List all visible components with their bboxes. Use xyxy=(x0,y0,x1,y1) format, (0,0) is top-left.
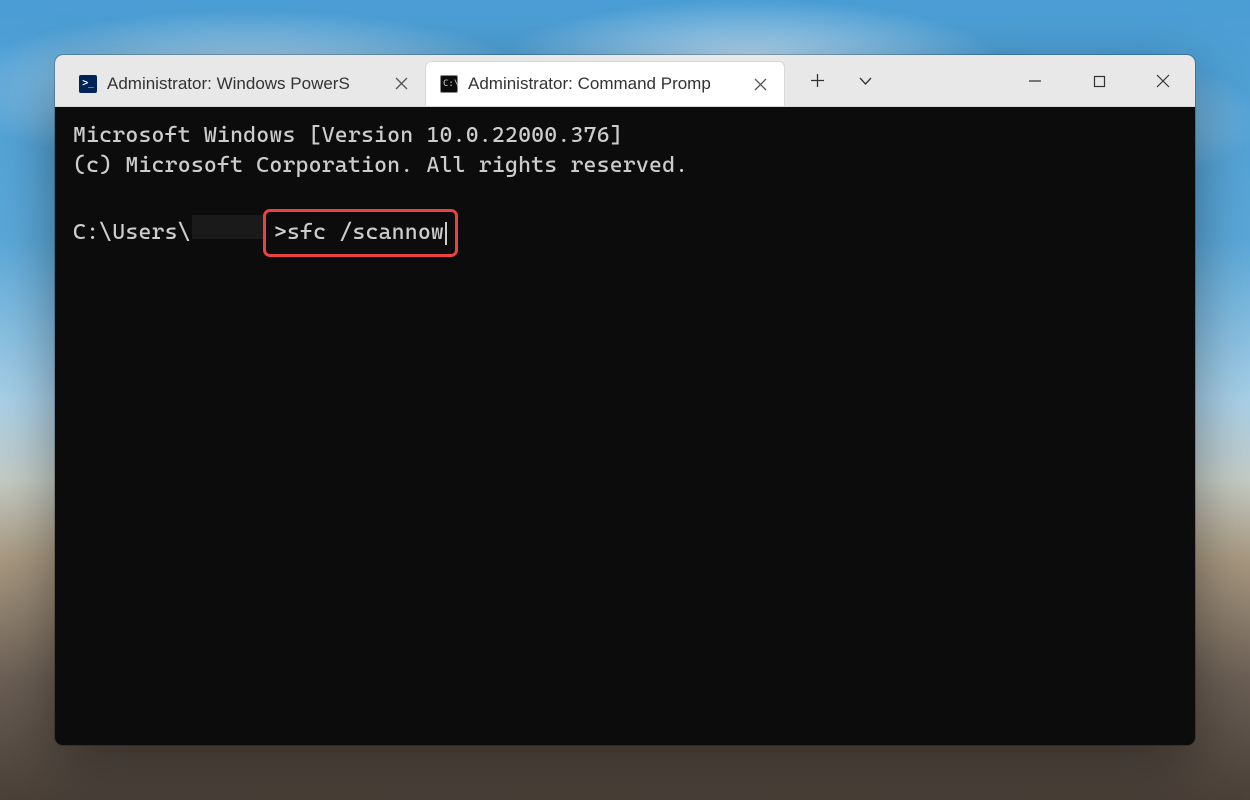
command-highlight: >sfc /scannow xyxy=(263,209,458,257)
tab-actions xyxy=(785,55,889,106)
tab-powershell[interactable]: >_ Administrator: Windows PowerS xyxy=(65,61,425,106)
tab-label: Administrator: Command Promp xyxy=(468,74,736,94)
typed-command: sfc /scannow xyxy=(287,220,444,245)
redacted-username xyxy=(192,215,266,239)
minimize-button[interactable] xyxy=(1003,55,1067,107)
tab-close-button[interactable] xyxy=(746,70,774,98)
tab-dropdown-button[interactable] xyxy=(841,55,889,107)
prompt-suffix: > xyxy=(274,220,287,245)
new-tab-button[interactable] xyxy=(793,55,841,107)
tab-label: Administrator: Windows PowerS xyxy=(107,74,377,94)
terminal-output[interactable]: Microsoft Windows [Version 10.0.22000.37… xyxy=(55,107,1195,745)
powershell-icon: >_ xyxy=(79,75,97,93)
titlebar: >_ Administrator: Windows PowerS C:\ Adm… xyxy=(55,55,1195,107)
prompt-prefix: C:\Users\ xyxy=(73,218,191,248)
window-controls xyxy=(1003,55,1195,106)
terminal-prompt-line: C:\Users\ >sfc /scannow xyxy=(73,209,1177,257)
command-prompt-icon: C:\ xyxy=(440,75,458,93)
terminal-line-copyright: (c) Microsoft Corporation. All rights re… xyxy=(73,151,1177,181)
tab-command-prompt[interactable]: C:\ Administrator: Command Promp xyxy=(425,61,785,106)
terminal-window: >_ Administrator: Windows PowerS C:\ Adm… xyxy=(55,55,1195,745)
tab-close-button[interactable] xyxy=(387,70,415,98)
close-button[interactable] xyxy=(1131,55,1195,107)
maximize-button[interactable] xyxy=(1067,55,1131,107)
text-cursor xyxy=(445,222,447,245)
terminal-line-version: Microsoft Windows [Version 10.0.22000.37… xyxy=(73,121,1177,151)
